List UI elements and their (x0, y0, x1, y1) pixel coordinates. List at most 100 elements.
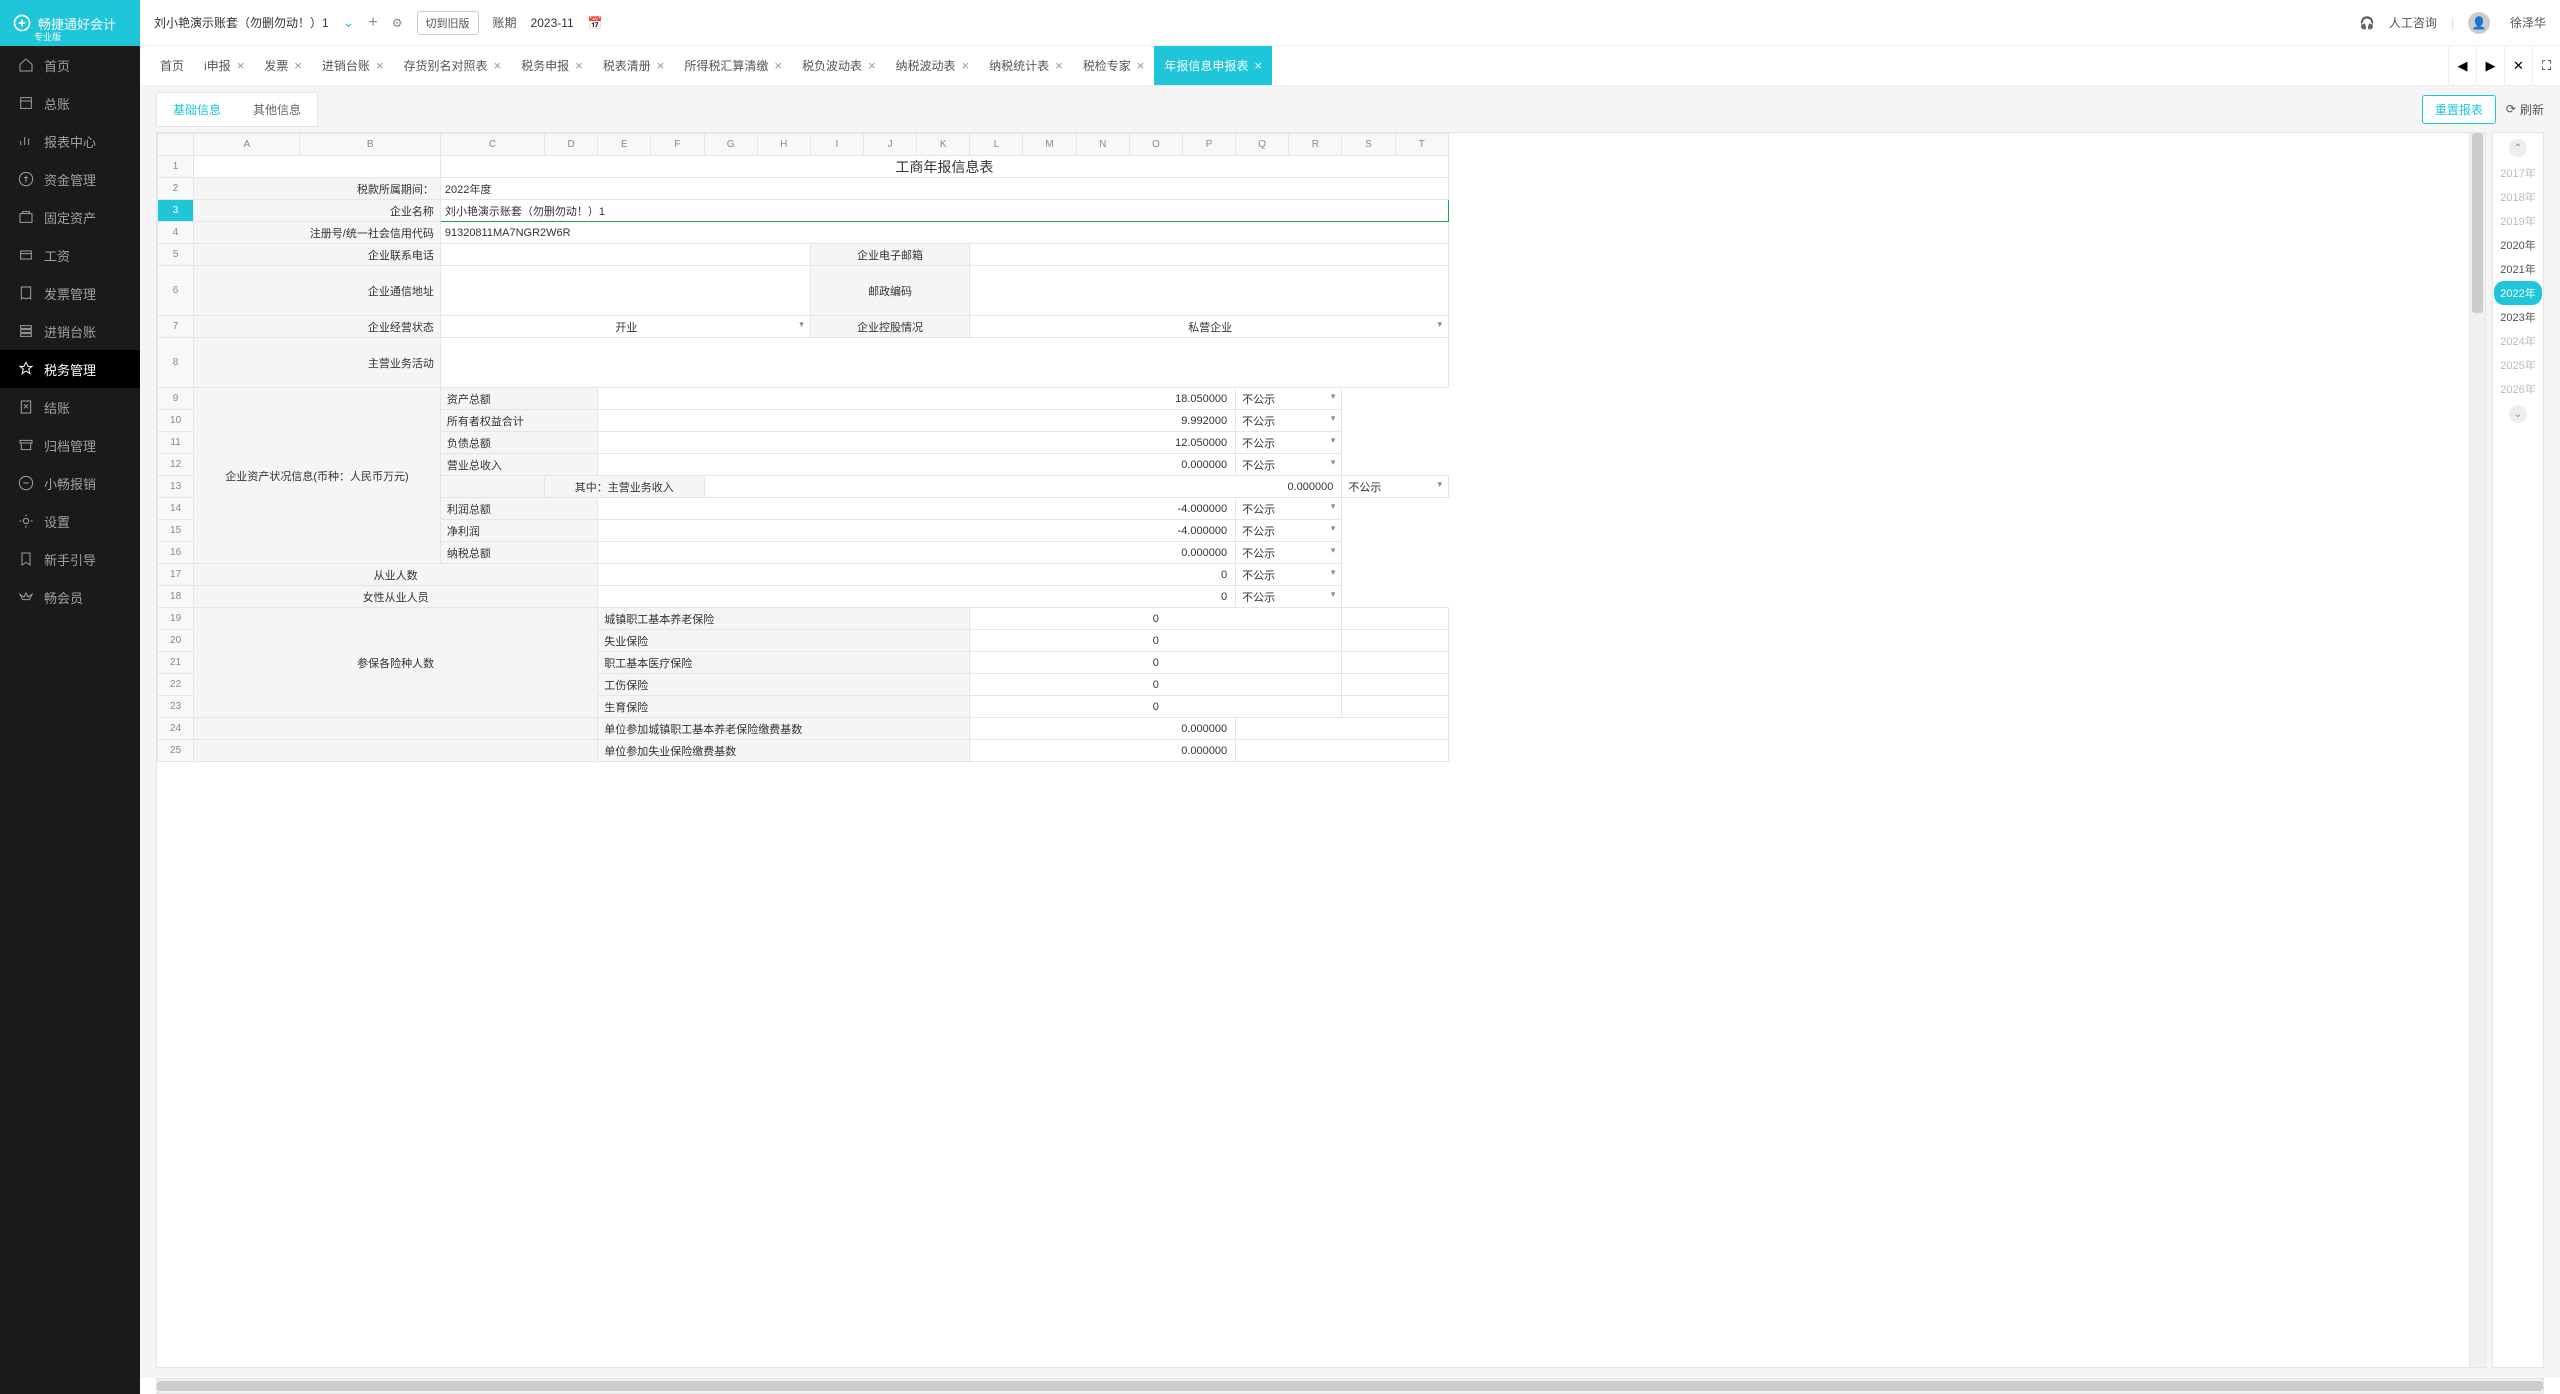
col-header[interactable]: C (440, 134, 544, 156)
tab-fullscreen-button[interactable]: ⛶ (2532, 46, 2560, 86)
col-header[interactable]: N (1076, 134, 1129, 156)
calendar-icon[interactable]: 📅 (588, 16, 603, 30)
col-header[interactable] (158, 134, 194, 156)
tab-close-icon[interactable]: × (575, 58, 583, 73)
tab-进销台账[interactable]: 进销台账× (312, 46, 394, 86)
tab-next-button[interactable]: ▶ (2476, 46, 2504, 86)
col-header[interactable]: Q (1236, 134, 1289, 156)
reset-report-button[interactable]: 重置报表 (2422, 95, 2496, 124)
tab-close-button[interactable]: ✕ (2504, 46, 2532, 86)
tab-close-icon[interactable]: × (494, 58, 502, 73)
tab-税负波动表[interactable]: 税负波动表× (792, 46, 886, 86)
publish-dropdown[interactable]: 不公示 (1236, 520, 1342, 542)
nav-vip[interactable]: 畅会员 (0, 578, 140, 616)
col-header[interactable]: E (598, 134, 651, 156)
tab-税表清册[interactable]: 税表清册× (593, 46, 675, 86)
period-value[interactable]: 2023-11 (531, 16, 574, 30)
add-account-icon[interactable]: + (368, 14, 377, 32)
refresh-button[interactable]: ⟳刷新 (2506, 101, 2544, 118)
nav-settings[interactable]: 设置 (0, 502, 140, 540)
tab-close-icon[interactable]: × (1055, 58, 1063, 73)
account-dropdown-icon[interactable]: ⌄ (343, 14, 355, 31)
year-up-button[interactable]: ⌃ (2509, 139, 2527, 157)
nav-reports[interactable]: 报表中心 (0, 122, 140, 160)
nav-ledger[interactable]: 总账 (0, 84, 140, 122)
account-selector[interactable]: 刘小艳演示账套（勿删勿动！）1 (154, 14, 329, 31)
nav-salary[interactable]: 工资 (0, 236, 140, 274)
holding-dropdown[interactable]: 私营企业 (970, 316, 1449, 338)
nav-tax[interactable]: 税务管理 (0, 350, 140, 388)
company-name-cell[interactable]: 刘小艳演示账套（勿删勿动！）1 (440, 200, 1448, 222)
user-name[interactable]: 徐泽华 (2510, 14, 2546, 31)
tab-close-icon[interactable]: × (774, 58, 782, 73)
publish-dropdown[interactable]: 不公示 (1236, 454, 1342, 476)
nav-home[interactable]: 首页 (0, 46, 140, 84)
col-header[interactable]: F (651, 134, 704, 156)
tab-税务申报[interactable]: 税务申报× (511, 46, 593, 86)
col-header[interactable]: P (1182, 134, 1235, 156)
horizontal-scrollbar[interactable] (156, 1378, 2544, 1394)
settings-icon[interactable]: ⚙ (392, 16, 403, 30)
col-header[interactable]: T (1395, 134, 1448, 156)
col-header[interactable]: L (970, 134, 1023, 156)
col-header[interactable]: B (300, 134, 440, 156)
col-header[interactable]: M (1023, 134, 1076, 156)
publish-dropdown[interactable]: 不公示 (1236, 542, 1342, 564)
col-header[interactable]: S (1342, 134, 1395, 156)
year-2022年[interactable]: 2022年 (2494, 281, 2541, 305)
nav-assets[interactable]: 固定资产 (0, 198, 140, 236)
headset-icon[interactable]: 🎧 (2360, 16, 2375, 30)
col-header[interactable]: D (545, 134, 598, 156)
tab-所得税汇算清缴[interactable]: 所得税汇算清缴× (674, 46, 792, 86)
publish-dropdown[interactable]: 不公示 (1236, 388, 1342, 410)
tab-首页[interactable]: 首页 (150, 46, 194, 86)
vertical-scrollbar[interactable] (2470, 132, 2486, 1368)
tab-纳税统计表[interactable]: 纳税统计表× (979, 46, 1073, 86)
col-header[interactable]: G (704, 134, 757, 156)
col-header[interactable]: J (863, 134, 916, 156)
year-down-button[interactable]: ⌄ (2509, 405, 2527, 423)
tab-close-icon[interactable]: × (868, 58, 876, 73)
year-2020年[interactable]: 2020年 (2494, 233, 2541, 257)
subtab-other[interactable]: 其他信息 (237, 93, 317, 126)
publish-dropdown[interactable]: 不公示 (1236, 432, 1342, 454)
status-dropdown[interactable]: 开业 (440, 316, 810, 338)
tab-税检专家[interactable]: 税检专家× (1073, 46, 1155, 86)
tab-close-icon[interactable]: × (657, 58, 665, 73)
publish-dropdown[interactable]: 不公示 (1236, 498, 1342, 520)
tab-close-icon[interactable]: × (962, 58, 970, 73)
nav-expense[interactable]: 小畅报销 (0, 464, 140, 502)
year-2023年[interactable]: 2023年 (2494, 305, 2541, 329)
tab-close-icon[interactable]: × (1137, 58, 1145, 73)
col-header[interactable]: R (1289, 134, 1342, 156)
tab-存货别名对照表[interactable]: 存货别名对照表× (394, 46, 512, 86)
tab-close-icon[interactable]: × (237, 58, 245, 73)
tab-close-icon[interactable]: × (1254, 58, 1262, 73)
switch-old-button[interactable]: 切到旧版 (417, 11, 479, 35)
tab-纳税波动表[interactable]: 纳税波动表× (886, 46, 980, 86)
col-header[interactable]: A (194, 134, 300, 156)
user-avatar[interactable]: 👤 (2468, 12, 2490, 34)
spreadsheet[interactable]: ABCDEFGHIJKLMNOPQRST 1工商年报信息表2税款所属期间：202… (156, 132, 2470, 1368)
nav-close[interactable]: 结账 (0, 388, 140, 426)
nav-invoice[interactable]: 发票管理 (0, 274, 140, 312)
publish-dropdown[interactable]: 不公示 (1236, 410, 1342, 432)
tab-close-icon[interactable]: × (376, 58, 384, 73)
tab-prev-button[interactable]: ◀ (2448, 46, 2476, 86)
tab-close-icon[interactable]: × (294, 58, 302, 73)
publish-dropdown[interactable]: 不公示 (1342, 476, 1449, 498)
nav-funds[interactable]: 资金管理 (0, 160, 140, 198)
col-header[interactable]: H (757, 134, 810, 156)
nav-guide[interactable]: 新手引导 (0, 540, 140, 578)
subtab-basic[interactable]: 基础信息 (157, 93, 237, 126)
support-link[interactable]: 人工咨询 (2389, 14, 2437, 31)
tab-i申报[interactable]: i申报× (194, 46, 254, 86)
col-header[interactable]: I (810, 134, 863, 156)
nav-archive[interactable]: 归档管理 (0, 426, 140, 464)
nav-inout[interactable]: 进销台账 (0, 312, 140, 350)
tab-发票[interactable]: 发票× (254, 46, 312, 86)
year-2021年[interactable]: 2021年 (2494, 257, 2541, 281)
col-header[interactable]: K (917, 134, 970, 156)
col-header[interactable]: O (1129, 134, 1182, 156)
tab-年报信息申报表[interactable]: 年报信息申报表× (1154, 46, 1272, 86)
